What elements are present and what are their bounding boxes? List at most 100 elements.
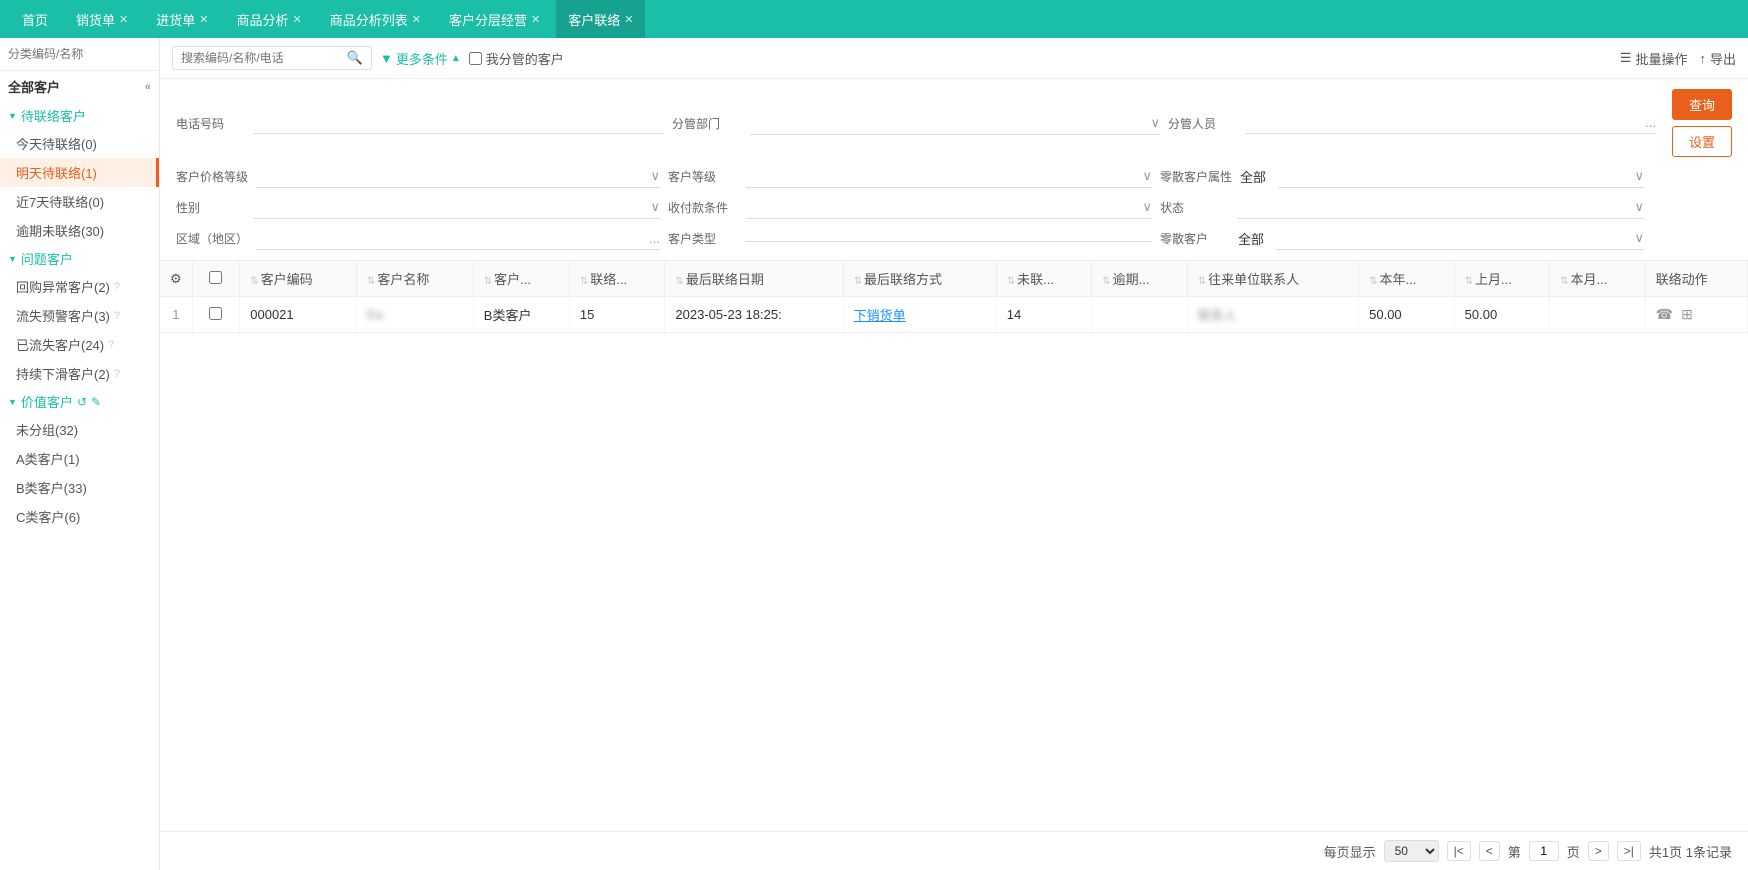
- action-phone-icon[interactable]: ☎: [1656, 306, 1673, 323]
- row-contacts: 15: [569, 297, 665, 333]
- row-checkbox-cell[interactable]: [192, 297, 240, 333]
- chevron-down-icon-8: ∨: [1634, 230, 1644, 246]
- per-page-label: 每页显示: [1324, 842, 1376, 861]
- my-customers-checkbox[interactable]: [469, 52, 482, 65]
- filter-status: 状态 ∨: [1160, 196, 1644, 219]
- filter-phone-input[interactable]: [254, 113, 664, 134]
- nav-purchase[interactable]: 进货单 ✕: [144, 0, 220, 38]
- all-customers-header[interactable]: 全部客户 «: [0, 71, 159, 102]
- refresh-icon[interactable]: ↺: [77, 395, 87, 409]
- nav-customer-contact[interactable]: 客户联络 ✕: [556, 0, 645, 38]
- sidebar-item-today[interactable]: 今天待联络(0): [0, 129, 159, 158]
- sidebar-item-tomorrow[interactable]: 明天待联络(1): [0, 158, 159, 187]
- page-input[interactable]: [1529, 841, 1559, 861]
- search-icon[interactable]: 🔍: [347, 50, 363, 66]
- row-index: 1: [160, 297, 192, 333]
- set-button[interactable]: 设置: [1672, 126, 1732, 157]
- filter-manager-select[interactable]: ...: [1246, 112, 1656, 134]
- filter-region: 区域（地区） ...: [176, 228, 660, 250]
- export-icon: ↑: [1699, 51, 1706, 66]
- nav-product-analysis-list[interactable]: 商品分析列表 ✕: [318, 0, 433, 38]
- action-grid-icon[interactable]: ⊞: [1681, 306, 1693, 323]
- filter-retail-customer-select[interactable]: ∨: [1276, 227, 1644, 250]
- sidebar-item-class-c[interactable]: C类客户(6): [0, 502, 159, 531]
- sidebar-item-overdue[interactable]: 逾期未联络(30): [0, 216, 159, 245]
- nav-close-product-analysis-list[interactable]: ✕: [412, 13, 421, 26]
- filter-retail-attr-select[interactable]: ∨: [1278, 165, 1644, 188]
- filter-region-select[interactable]: ...: [256, 228, 660, 250]
- last-page-btn[interactable]: >|: [1617, 841, 1641, 861]
- col-settings[interactable]: ⚙: [160, 261, 192, 297]
- chevron-up-icon: ▲: [451, 53, 461, 64]
- filter-customer-level-select[interactable]: ∨: [746, 165, 1152, 188]
- filter-status-select[interactable]: ∨: [1238, 196, 1644, 219]
- sidebar-item-class-b[interactable]: B类客户(33): [0, 473, 159, 502]
- edit-value-icon[interactable]: ✎: [91, 395, 101, 409]
- export-btn[interactable]: ↑ 导出: [1699, 49, 1736, 68]
- col-action: 联络动作: [1645, 261, 1747, 297]
- sort-icon-overdue: ⇅: [1102, 276, 1110, 287]
- more-conditions-btn[interactable]: ▼ 更多条件 ▲: [380, 49, 461, 68]
- filter-region-label: 区域（地区）: [176, 230, 248, 247]
- sidebar-search-wrap: 🔍: [0, 38, 159, 71]
- nav-close-purchase[interactable]: ✕: [199, 13, 208, 26]
- sidebar-item-loss-warning[interactable]: 流失预警客户(3) ?: [0, 301, 159, 330]
- sidebar-item-lost[interactable]: 已流失客户(24) ?: [0, 330, 159, 359]
- chevron-down-icon-6: ∨: [1142, 199, 1152, 215]
- filter-customer-level: 客户等级 ∨: [668, 165, 1152, 188]
- action-icons: ☎ ⊞: [1656, 306, 1737, 323]
- nav-product-analysis[interactable]: 商品分析 ✕: [224, 0, 313, 38]
- query-button[interactable]: 查询: [1672, 89, 1732, 120]
- filter-value-level-select[interactable]: ∨: [256, 165, 660, 188]
- first-page-btn[interactable]: |<: [1447, 841, 1471, 861]
- filter-gender-select[interactable]: ∨: [254, 196, 660, 219]
- dots-icon[interactable]: ...: [1645, 115, 1656, 130]
- filter-dept-select[interactable]: ∨: [750, 112, 1160, 135]
- sidebar-item-repurchase-abnormal[interactable]: 回购异常客户(2) ?: [0, 272, 159, 301]
- sidebar-item-class-a[interactable]: A类客户(1): [0, 444, 159, 473]
- nav-home[interactable]: 首页: [10, 0, 60, 38]
- sidebar-item-week[interactable]: 近7天待联络(0): [0, 187, 159, 216]
- search-input[interactable]: [181, 51, 343, 65]
- nav-sales[interactable]: 销货单 ✕: [64, 0, 140, 38]
- sort-icon-related: ⇅: [1198, 276, 1206, 287]
- sidebar-item-ungrouped[interactable]: 未分组(32): [0, 415, 159, 444]
- col-uncontacted: ⇅未联...: [996, 261, 1092, 297]
- prev-page-btn[interactable]: <: [1479, 841, 1500, 861]
- nav-close-customer-tier[interactable]: ✕: [531, 13, 540, 26]
- content-area: 🔍 ▼ 更多条件 ▲ 我分管的客户 ☰ 批量操作 ↑ 导出: [160, 38, 1748, 870]
- col-last-contact-date: ⇅最后联络日期: [665, 261, 843, 297]
- page-label: 第: [1508, 842, 1521, 861]
- batch-ops-btn[interactable]: ☰ 批量操作: [1620, 49, 1688, 68]
- filter-payment-select[interactable]: ∨: [746, 196, 1152, 219]
- footer: 每页显示 50 100 200 |< < 第 页 > >| 共1页 1条记录: [160, 831, 1748, 870]
- sidebar-item-continuous-decline[interactable]: 持续下滑客户(2) ?: [0, 359, 159, 388]
- filter-payment-label: 收付款条件: [668, 199, 738, 216]
- search-bar: 🔍 ▼ 更多条件 ▲ 我分管的客户 ☰ 批量操作 ↑ 导出: [160, 38, 1748, 79]
- sort-icon-type: ⇅: [484, 276, 492, 287]
- row-last-month: 50.00: [1454, 297, 1550, 333]
- col-this-month: ⇅本月...: [1550, 261, 1646, 297]
- dots-icon-2[interactable]: ...: [649, 231, 660, 246]
- sidebar-group-problem: 问题客户: [0, 245, 159, 272]
- nav-close-product-analysis[interactable]: ✕: [293, 13, 302, 26]
- last-method-link[interactable]: 下销货单: [854, 308, 906, 323]
- filter-gender: 性别 ∨: [176, 196, 660, 219]
- select-all-checkbox[interactable]: [209, 271, 222, 284]
- per-page-select[interactable]: 50 100 200: [1384, 840, 1439, 862]
- nav-close-sales[interactable]: ✕: [119, 13, 128, 26]
- nav-customer-tier[interactable]: 客户分层经营 ✕: [437, 0, 552, 38]
- my-customers-checkbox-label[interactable]: 我分管的客户: [469, 49, 564, 68]
- col-this-year: ⇅本年...: [1359, 261, 1455, 297]
- filter-row-4: 区域（地区） ... 客户类型 零散客户 全部 ∨: [176, 227, 1732, 250]
- row-last-method: 下销货单: [843, 297, 996, 333]
- sort-icon-name: ⇅: [367, 276, 375, 287]
- sidebar-search-input[interactable]: [8, 47, 160, 61]
- filter-customer-type-select[interactable]: [746, 235, 1152, 242]
- filter-dept: 分管部门 ∨: [672, 112, 1160, 135]
- row-checkbox[interactable]: [209, 307, 222, 320]
- chevron-down-icon-5: ∨: [650, 199, 660, 215]
- col-checkbox[interactable]: [192, 261, 240, 297]
- next-page-btn[interactable]: >: [1588, 841, 1609, 861]
- nav-close-customer-contact[interactable]: ✕: [624, 13, 633, 26]
